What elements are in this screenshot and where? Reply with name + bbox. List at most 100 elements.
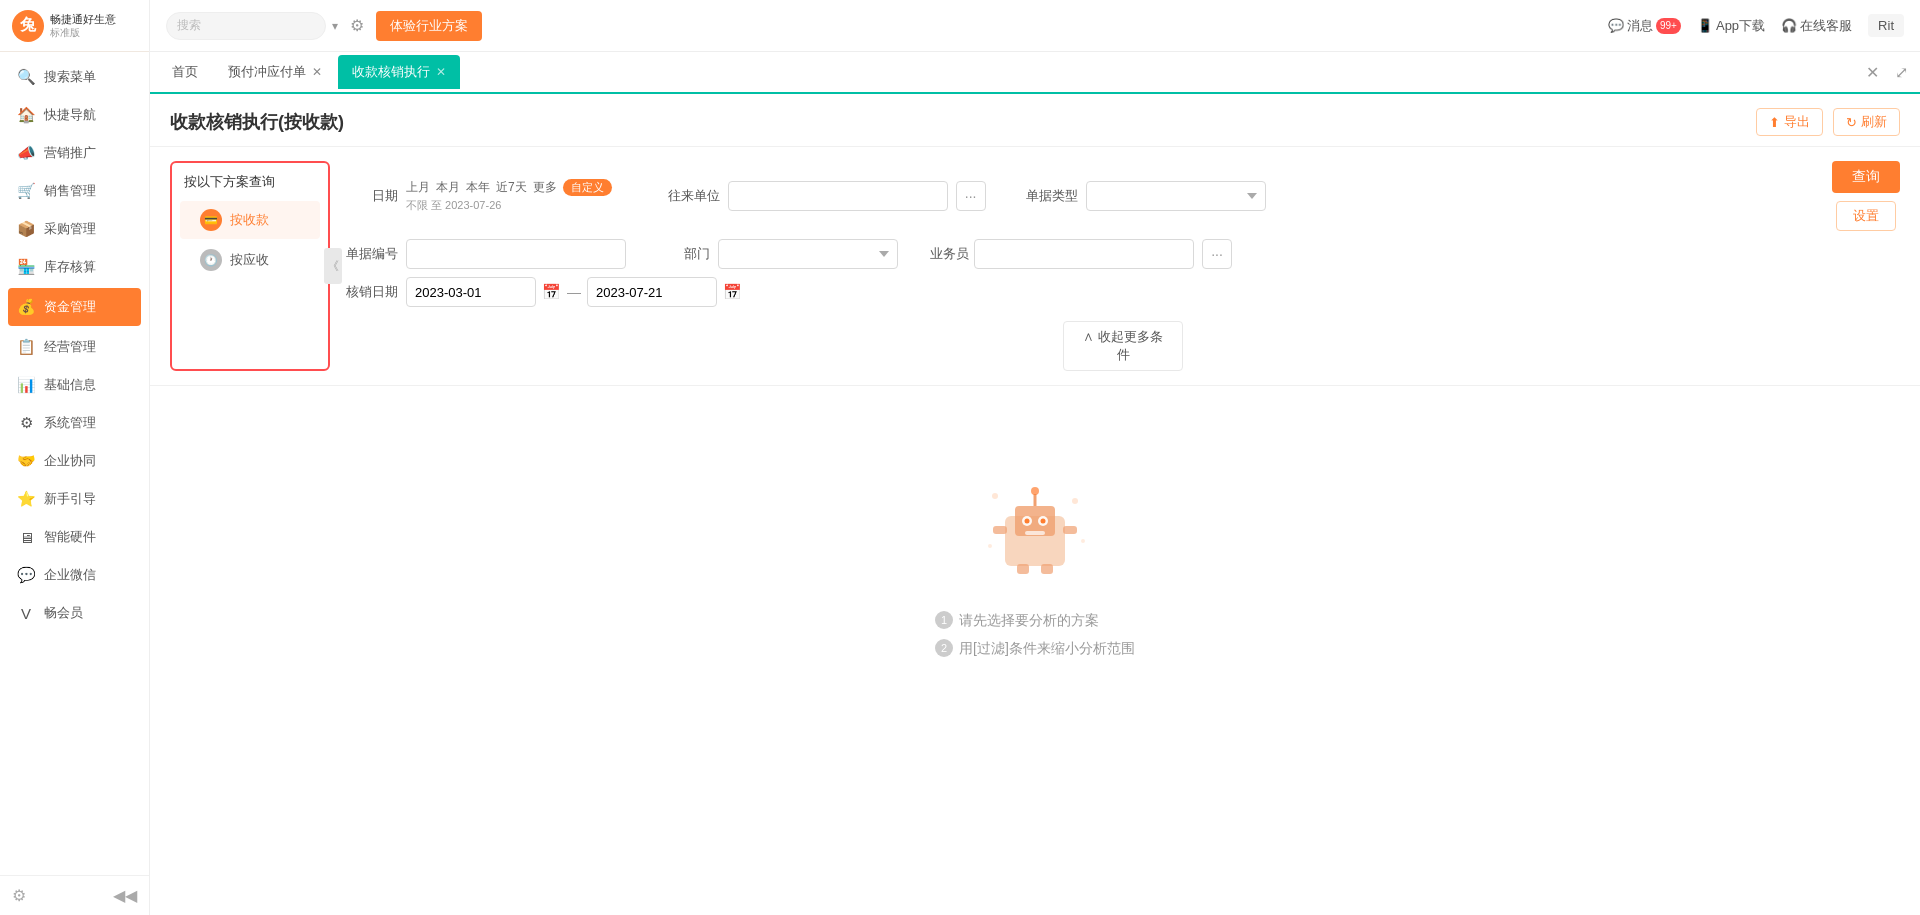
query-btn[interactable]: 查询: [1832, 161, 1900, 193]
search-placeholder-text: 搜索: [177, 17, 201, 34]
header-message[interactable]: 💬 消息 99+: [1608, 17, 1681, 35]
filter-option-by-receivable[interactable]: 🕐 按应收: [180, 241, 320, 279]
message-icon: 💬: [1608, 18, 1624, 33]
filter-row-2: 单据编号 部门 业务员: [346, 239, 1900, 269]
filter-field-verify-date: 核销日期 📅 — 📅: [346, 277, 742, 307]
filter-field-date: 日期 上月 本月 本年 近7天 更多 自定义: [346, 179, 612, 213]
filter-right-content: 日期 上月 本月 本年 近7天 更多 自定义: [346, 161, 1900, 371]
tab-home[interactable]: 首页: [158, 55, 212, 89]
nav-label-新手引导: 新手引导: [44, 490, 96, 508]
date-shortcuts: 上月 本月 本年 近7天 更多 自定义: [406, 179, 612, 196]
refresh-btn[interactable]: ↻ 刷新: [1833, 108, 1900, 136]
staff-input[interactable]: [974, 239, 1194, 269]
tip-num-2: 2: [935, 639, 953, 657]
sidebar-item-经营管理[interactable]: 📋经营管理: [0, 328, 149, 366]
tab-bar: 首页 预付冲应付单 ✕ 收款核销执行 ✕ ✕ ⤢: [150, 52, 1920, 94]
nav-label-资金管理: 资金管理: [44, 298, 96, 316]
tab-collection[interactable]: 收款核销执行 ✕: [338, 55, 460, 89]
nav-label-销售管理: 销售管理: [44, 182, 96, 200]
header-service[interactable]: 🎧 在线客服: [1781, 17, 1852, 35]
date-shortcut-last-month[interactable]: 上月: [406, 179, 430, 196]
sidebar-item-营销推广[interactable]: 📣营销推广: [0, 134, 149, 172]
sidebar-item-销售管理[interactable]: 🛒销售管理: [0, 172, 149, 210]
tab-collection-label: 收款核销执行: [352, 63, 430, 81]
verify-date-end-icon[interactable]: 📅: [723, 283, 742, 301]
sidebar-item-资金管理[interactable]: 💰资金管理: [8, 288, 141, 326]
industry-btn[interactable]: 体验行业方案: [376, 11, 482, 41]
date-shortcut-7days[interactable]: 近7天: [496, 179, 527, 196]
verify-date-start-input[interactable]: [406, 277, 536, 307]
doctype-select[interactable]: [1086, 181, 1266, 211]
app-label: App下载: [1716, 17, 1765, 35]
partner-input[interactable]: [728, 181, 948, 211]
sidebar-nav: 🔍搜索菜单🏠快捷导航📣营销推广🛒销售管理📦采购管理🏪库存核算💰资金管理📋经营管理…: [0, 52, 149, 875]
svg-point-4: [1025, 519, 1030, 524]
tip-num-1: 1: [935, 611, 953, 629]
verify-date-label: 核销日期: [346, 283, 398, 301]
docno-input[interactable]: [406, 239, 626, 269]
header-gear-icon[interactable]: ⚙: [350, 16, 364, 35]
settings-icon[interactable]: ⚙: [12, 886, 26, 905]
logo-edition: 标准版: [50, 26, 116, 39]
sidebar-collapse-btn[interactable]: 《: [324, 248, 342, 284]
nav-label-基础信息: 基础信息: [44, 376, 96, 394]
tab-collection-close-icon[interactable]: ✕: [436, 65, 446, 79]
page-actions: ⬆ 导出 ↻ 刷新: [1756, 108, 1900, 136]
verify-date-end-input[interactable]: [587, 277, 717, 307]
close-tab-icon[interactable]: ✕: [1862, 59, 1883, 86]
sidebar-item-系统管理[interactable]: ⚙系统管理: [0, 404, 149, 442]
collapse-more-btn[interactable]: ∧ 收起更多条件: [1063, 321, 1183, 371]
collapse-sidebar-icon[interactable]: ◀◀: [113, 886, 137, 905]
staff-ellipsis-btn[interactable]: ···: [1202, 239, 1232, 269]
top-header: 搜索 ▾ ⚙ 体验行业方案 💬 消息 99+ 📱 App下载 🎧 在线客服 Ri…: [150, 0, 1920, 52]
sidebar-item-快捷导航[interactable]: 🏠快捷导航: [0, 96, 149, 134]
sidebar-item-智能硬件[interactable]: 🖥智能硬件: [0, 518, 149, 556]
partner-ellipsis-btn[interactable]: ···: [956, 181, 986, 211]
sidebar-item-企业微信[interactable]: 💬企业微信: [0, 556, 149, 594]
header-user-name[interactable]: Rit: [1868, 14, 1904, 37]
svg-rect-6: [1025, 531, 1045, 535]
collapse-more-wrap: ∧ 收起更多条件: [346, 317, 1900, 371]
header-search-box[interactable]: 搜索: [166, 12, 326, 40]
svg-point-16: [1081, 539, 1085, 543]
tab-presale-close-icon[interactable]: ✕: [312, 65, 322, 79]
export-btn[interactable]: ⬆ 导出: [1756, 108, 1823, 136]
filter-option-by-collection[interactable]: 💳 按收款: [180, 201, 320, 239]
sidebar-item-畅会员[interactable]: V畅会员: [0, 594, 149, 632]
date-shortcut-more[interactable]: 更多: [533, 179, 557, 196]
page-content: 收款核销执行(按收款) ⬆ 导出 ↻ 刷新 按以下方案查询: [150, 94, 1920, 915]
refresh-icon: ↻: [1846, 115, 1857, 130]
sidebar-item-新手引导[interactable]: ⭐新手引导: [0, 480, 149, 518]
tab-presale[interactable]: 预付冲应付单 ✕: [214, 55, 336, 89]
date-custom-badge[interactable]: 自定义: [563, 179, 612, 196]
date-shortcut-this-month[interactable]: 本月: [436, 179, 460, 196]
sidebar-item-采购管理[interactable]: 📦采购管理: [0, 210, 149, 248]
sidebar-item-库存核算[interactable]: 🏪库存核算: [0, 248, 149, 286]
filter-field-doctype: 单据类型: [1018, 181, 1266, 211]
dept-select[interactable]: [718, 239, 898, 269]
empty-illustration: [975, 466, 1095, 586]
svg-rect-10: [1063, 526, 1077, 534]
svg-point-13: [992, 493, 998, 499]
message-label: 消息: [1627, 17, 1653, 35]
logo-area: 兔 畅捷通好生意 标准版: [0, 0, 149, 52]
svg-point-15: [988, 544, 992, 548]
filter-field-partner: 往来单位 ···: [668, 181, 986, 211]
service-label: 在线客服: [1800, 17, 1852, 35]
service-icon: 🎧: [1781, 18, 1797, 33]
nav-label-系统管理: 系统管理: [44, 414, 96, 432]
maximize-icon[interactable]: ⤢: [1891, 59, 1912, 86]
filter-field-staff: 业务员 ···: [930, 239, 1232, 269]
sidebar-item-搜索菜单[interactable]: 🔍搜索菜单: [0, 58, 149, 96]
nav-icon-智能硬件: 🖥: [16, 529, 36, 546]
filter-row-3: 核销日期 📅 — 📅: [346, 277, 1900, 307]
sidebar-item-基础信息[interactable]: 📊基础信息: [0, 366, 149, 404]
header-chevron-icon[interactable]: ▾: [332, 19, 338, 33]
export-label: 导出: [1784, 113, 1810, 131]
sidebar-item-企业协同[interactable]: 🤝企业协同: [0, 442, 149, 480]
header-app-download[interactable]: 📱 App下载: [1697, 17, 1765, 35]
verify-date-start-icon[interactable]: 📅: [542, 283, 561, 301]
sidebar: 兔 畅捷通好生意 标准版 🔍搜索菜单🏠快捷导航📣营销推广🛒销售管理📦采购管理🏪库…: [0, 0, 150, 915]
date-shortcut-this-year[interactable]: 本年: [466, 179, 490, 196]
settings-btn[interactable]: 设置: [1836, 201, 1896, 231]
